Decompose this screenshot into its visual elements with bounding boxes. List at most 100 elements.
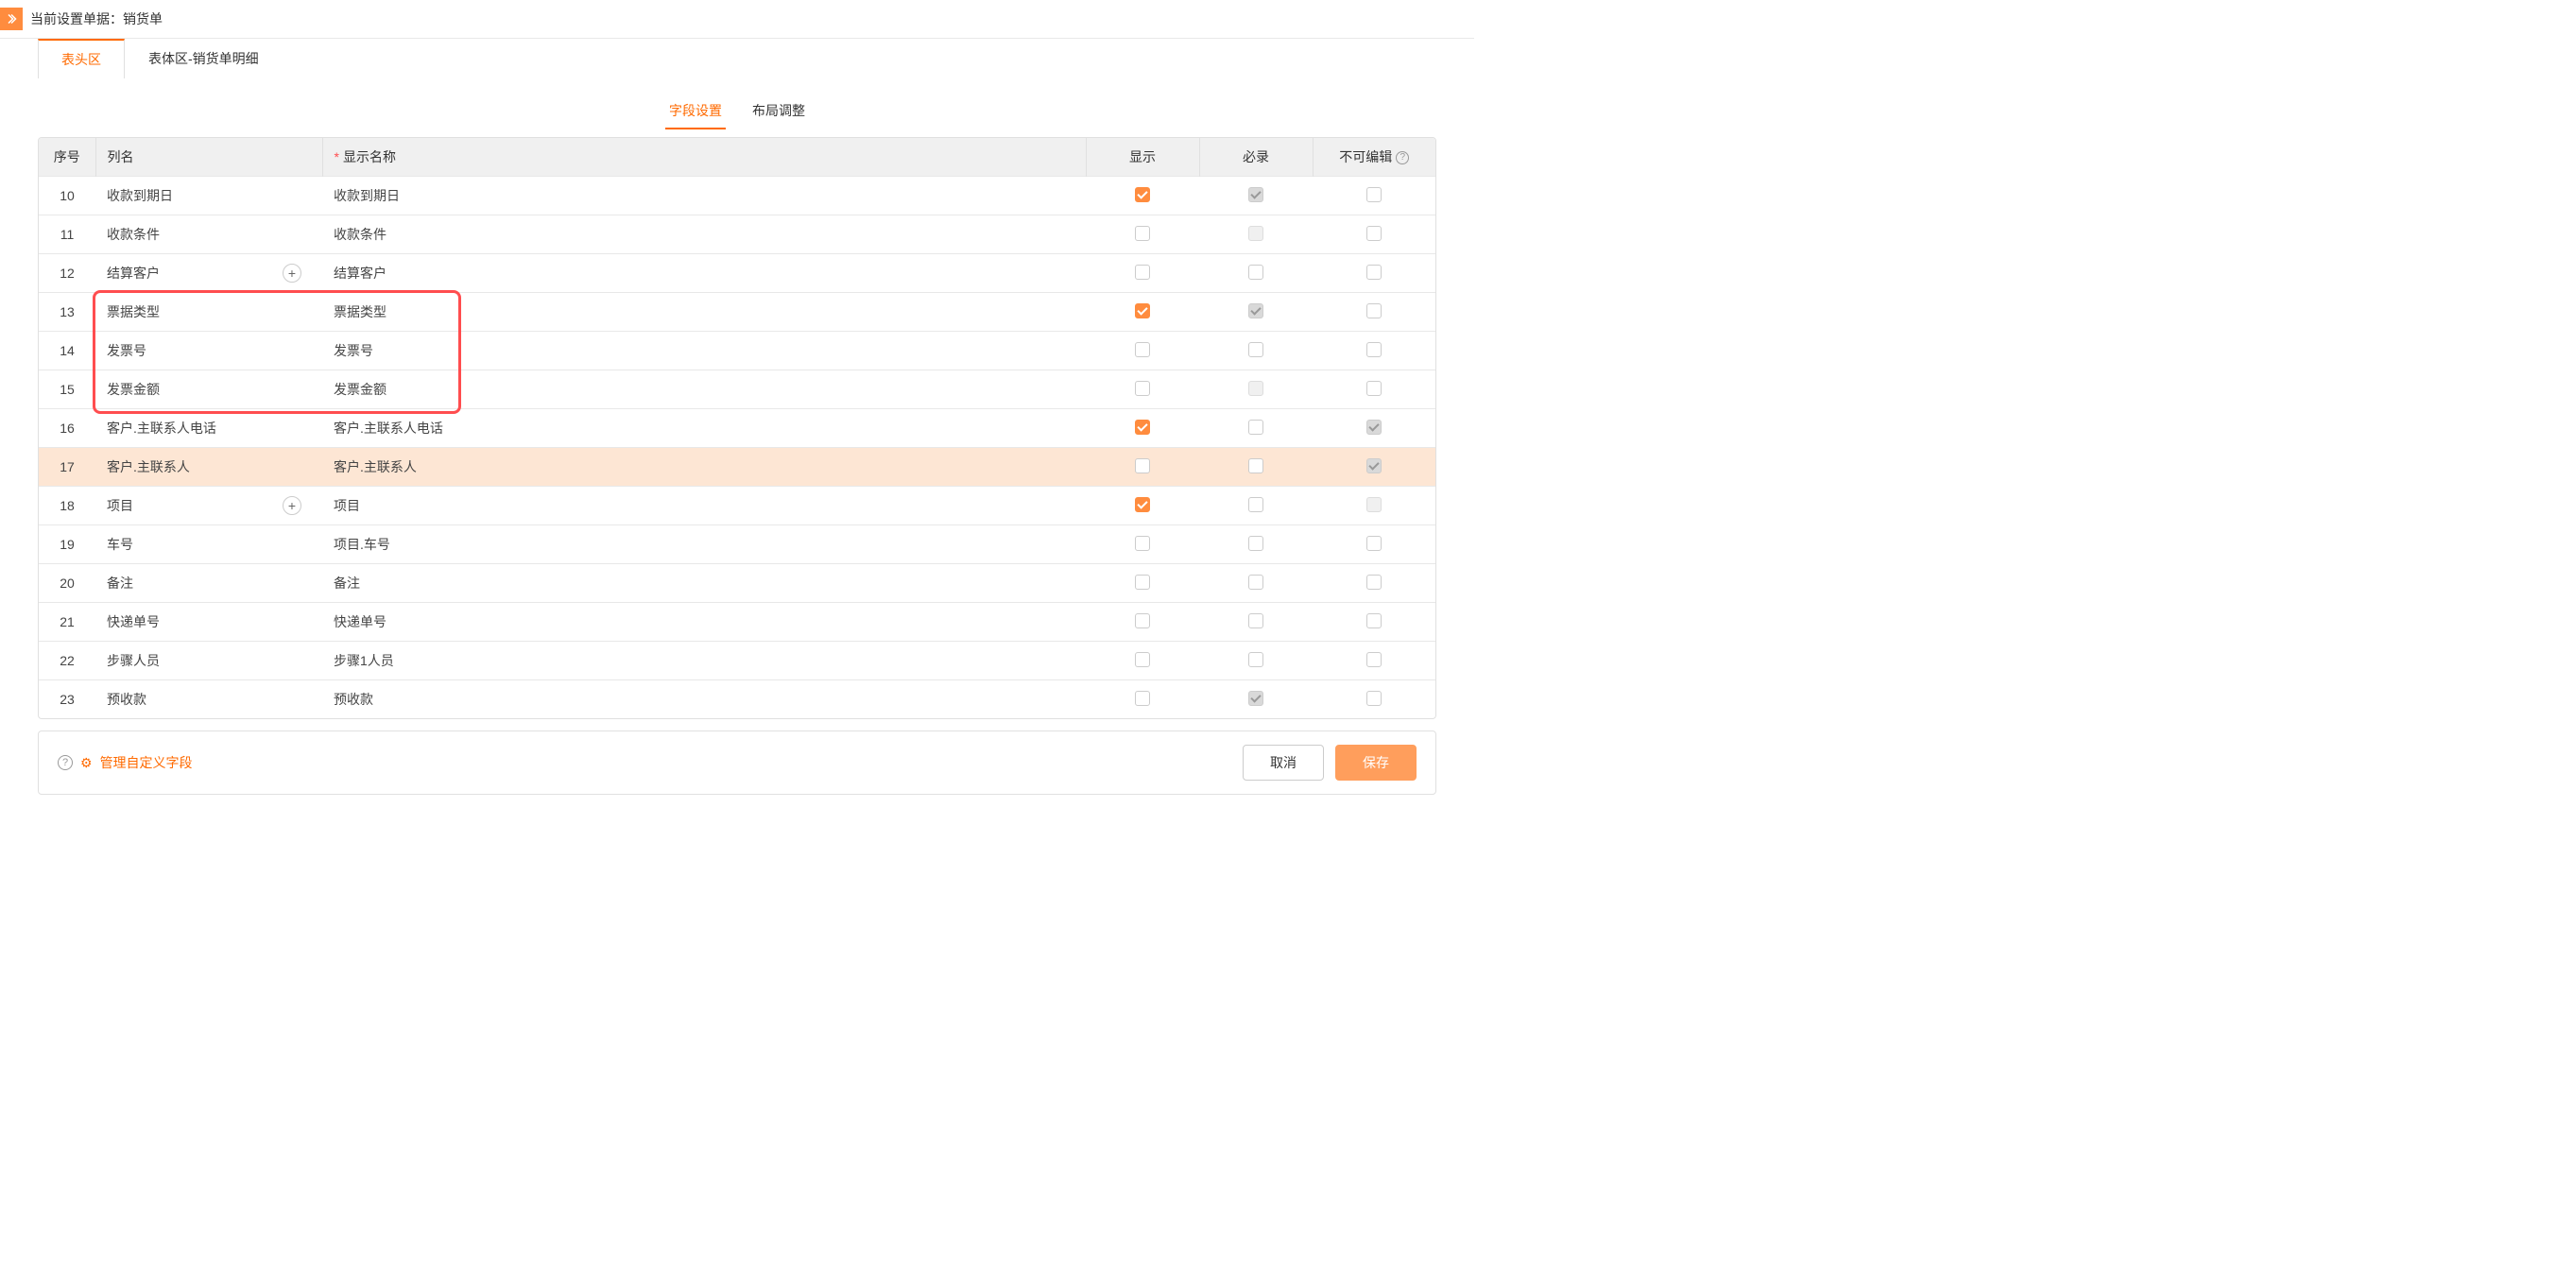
checkbox-show[interactable] <box>1135 575 1150 590</box>
checkbox-locked[interactable] <box>1366 536 1382 551</box>
cell-required <box>1199 215 1313 254</box>
checkbox-show[interactable] <box>1135 342 1150 357</box>
footer-bar: ? ⚙ 管理自定义字段 取消 保存 <box>38 731 1436 795</box>
table-row: 13票据类型票据类型 <box>39 293 1435 332</box>
chevron-right-icon <box>6 13 17 25</box>
cell-required <box>1199 332 1313 370</box>
cell-name: 预收款 <box>95 680 322 719</box>
cell-seq: 20 <box>39 564 95 603</box>
checkbox-locked[interactable] <box>1366 691 1382 706</box>
checkbox-required[interactable] <box>1248 613 1263 628</box>
checkbox-locked[interactable] <box>1366 187 1382 202</box>
tab-primary-0[interactable]: 表头区 <box>38 39 125 78</box>
checkbox-required[interactable] <box>1248 536 1263 551</box>
cell-name: 收款到期日 <box>95 177 322 215</box>
cell-name: 发票号 <box>95 332 322 370</box>
col-header-seq: 序号 <box>39 138 95 177</box>
checkbox-required[interactable] <box>1248 497 1263 512</box>
checkbox-required[interactable] <box>1248 420 1263 435</box>
cell-locked <box>1313 642 1435 680</box>
cell-locked <box>1313 603 1435 642</box>
checkbox-required[interactable] <box>1248 575 1263 590</box>
cell-display-name[interactable]: 项目 <box>322 487 1086 525</box>
field-table-wrapper: 序号 列名 *显示名称 显示 必录 不可编辑? 10收款到期日收款到期日11收款… <box>38 137 1436 719</box>
checkbox-required[interactable] <box>1248 342 1263 357</box>
cell-show <box>1086 254 1199 293</box>
secondary-tabs: 字段设置布局调整 <box>0 94 1474 129</box>
checkbox-locked <box>1366 497 1382 512</box>
tab-primary-1[interactable]: 表体区-销货单明细 <box>125 39 283 78</box>
col-header-display: *显示名称 <box>322 138 1086 177</box>
cell-show <box>1086 448 1199 487</box>
table-row: 20备注备注 <box>39 564 1435 603</box>
cell-show <box>1086 603 1199 642</box>
cell-display-name[interactable]: 收款条件 <box>322 215 1086 254</box>
cell-display-name[interactable]: 项目.车号 <box>322 525 1086 564</box>
checkbox-locked[interactable] <box>1366 575 1382 590</box>
cell-name: 结算客户+ <box>95 254 322 293</box>
cell-display-name[interactable]: 结算客户 <box>322 254 1086 293</box>
checkbox-locked <box>1366 458 1382 473</box>
checkbox-locked[interactable] <box>1366 342 1382 357</box>
checkbox-show[interactable] <box>1135 536 1150 551</box>
table-row: 10收款到期日收款到期日 <box>39 177 1435 215</box>
cell-locked <box>1313 293 1435 332</box>
expand-toggle-button[interactable] <box>0 8 23 30</box>
cell-name: 票据类型 <box>95 293 322 332</box>
checkbox-show[interactable] <box>1135 458 1150 473</box>
checkbox-locked[interactable] <box>1366 652 1382 667</box>
cell-seq: 17 <box>39 448 95 487</box>
header-doc-name: 销货单 <box>123 9 163 28</box>
cell-show <box>1086 370 1199 409</box>
primary-tabs: 表头区表体区-销货单明细 <box>0 39 1474 78</box>
checkbox-locked <box>1366 420 1382 435</box>
checkbox-required[interactable] <box>1248 265 1263 280</box>
cell-locked <box>1313 409 1435 448</box>
cell-display-name[interactable]: 客户.主联系人 <box>322 448 1086 487</box>
cell-show <box>1086 525 1199 564</box>
checkbox-locked[interactable] <box>1366 226 1382 241</box>
cancel-button[interactable]: 取消 <box>1243 745 1324 781</box>
cell-display-name[interactable]: 预收款 <box>322 680 1086 719</box>
cell-display-name[interactable]: 票据类型 <box>322 293 1086 332</box>
cell-display-name[interactable]: 发票号 <box>322 332 1086 370</box>
cell-display-name[interactable]: 备注 <box>322 564 1086 603</box>
cell-display-name[interactable]: 步骤1人员 <box>322 642 1086 680</box>
help-icon[interactable]: ? <box>1396 151 1409 164</box>
checkbox-required[interactable] <box>1248 652 1263 667</box>
cell-display-name[interactable]: 客户.主联系人电话 <box>322 409 1086 448</box>
save-button[interactable]: 保存 <box>1335 745 1417 781</box>
tab-secondary-1[interactable]: 布局调整 <box>748 94 809 129</box>
checkbox-show[interactable] <box>1135 265 1150 280</box>
manage-custom-fields-link[interactable]: 管理自定义字段 <box>100 753 193 772</box>
add-sub-field-button[interactable]: + <box>283 264 301 283</box>
checkbox-locked[interactable] <box>1366 613 1382 628</box>
checkbox-required <box>1248 381 1263 396</box>
checkbox-locked[interactable] <box>1366 381 1382 396</box>
checkbox-show[interactable] <box>1135 497 1150 512</box>
header-bar: 当前设置单据： 销货单 <box>0 0 1474 39</box>
checkbox-show[interactable] <box>1135 381 1150 396</box>
help-icon[interactable]: ? <box>58 755 73 770</box>
checkbox-show[interactable] <box>1135 187 1150 202</box>
tab-secondary-0[interactable]: 字段设置 <box>665 94 726 129</box>
checkbox-show[interactable] <box>1135 652 1150 667</box>
cell-seq: 11 <box>39 215 95 254</box>
footer-buttons: 取消 保存 <box>1243 745 1417 781</box>
cell-display-name[interactable]: 收款到期日 <box>322 177 1086 215</box>
cell-display-name[interactable]: 快递单号 <box>322 603 1086 642</box>
add-sub-field-button[interactable]: + <box>283 496 301 515</box>
cell-show <box>1086 215 1199 254</box>
cell-locked <box>1313 254 1435 293</box>
cell-name: 步骤人员 <box>95 642 322 680</box>
checkbox-locked[interactable] <box>1366 303 1382 318</box>
checkbox-required[interactable] <box>1248 458 1263 473</box>
checkbox-show[interactable] <box>1135 691 1150 706</box>
checkbox-show[interactable] <box>1135 613 1150 628</box>
checkbox-show[interactable] <box>1135 226 1150 241</box>
cell-display-name[interactable]: 发票金额 <box>322 370 1086 409</box>
cell-seq: 15 <box>39 370 95 409</box>
checkbox-show[interactable] <box>1135 303 1150 318</box>
checkbox-show[interactable] <box>1135 420 1150 435</box>
checkbox-locked[interactable] <box>1366 265 1382 280</box>
